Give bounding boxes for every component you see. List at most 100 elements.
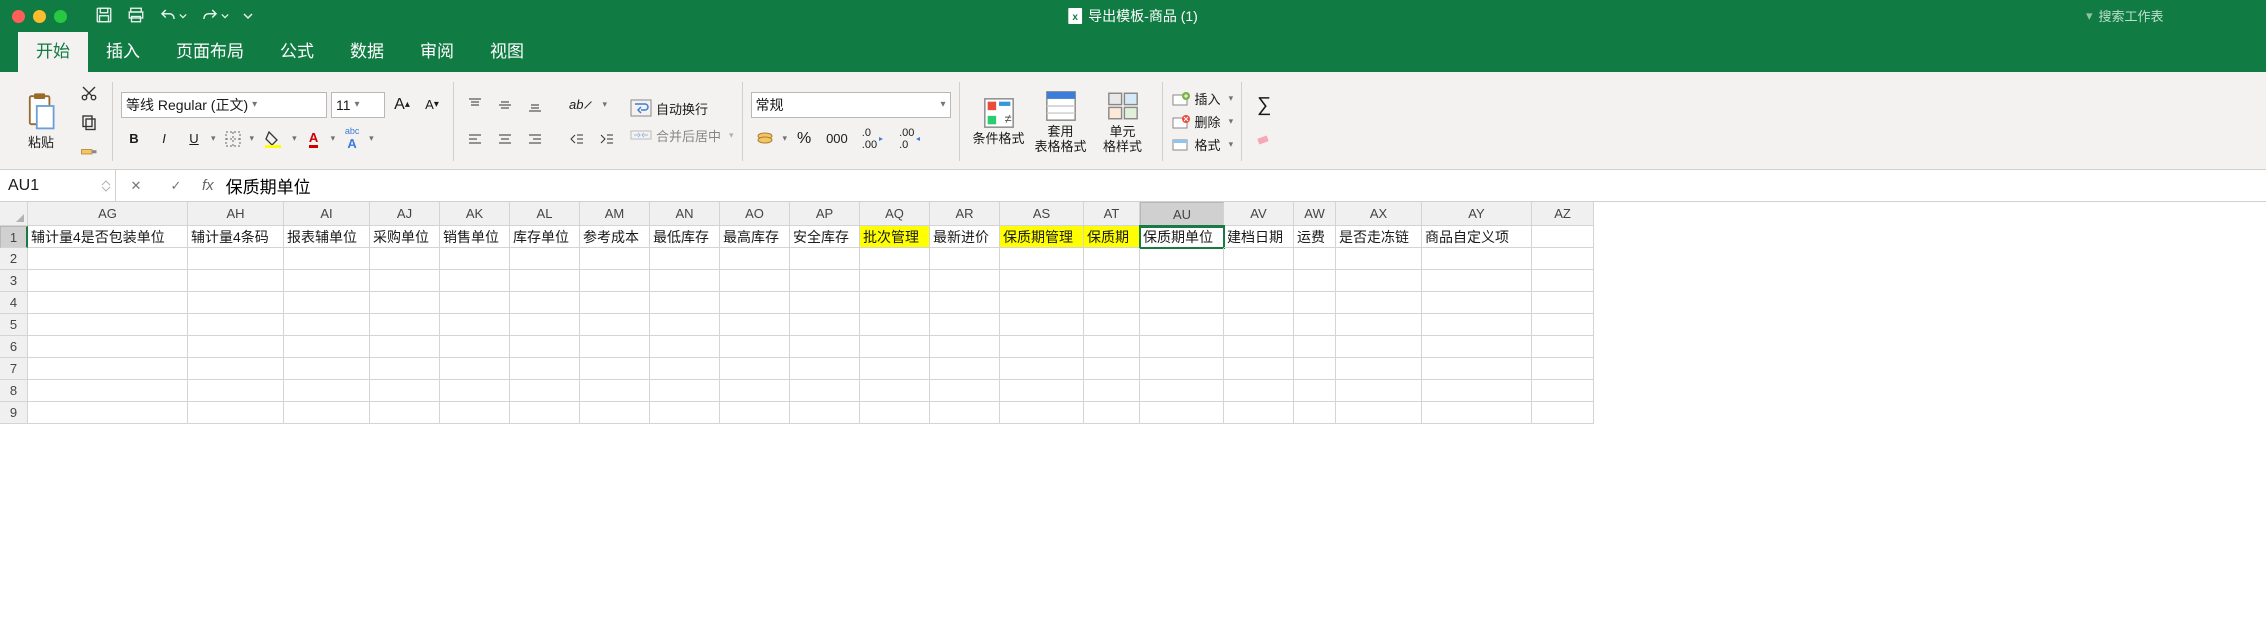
cell-AV6[interactable] — [1224, 336, 1294, 358]
copy-button[interactable] — [74, 109, 104, 135]
cell-AJ8[interactable] — [370, 380, 440, 402]
column-header-AO[interactable]: AO — [720, 202, 790, 226]
cell-AG2[interactable] — [28, 248, 188, 270]
row-header-3[interactable]: 3 — [0, 270, 28, 292]
fx-label[interactable]: fx — [196, 177, 220, 194]
cell-AW2[interactable] — [1294, 248, 1336, 270]
zoom-window-icon[interactable] — [54, 10, 67, 23]
cell-AU8[interactable] — [1140, 380, 1224, 402]
cell-AX7[interactable] — [1336, 358, 1422, 380]
qat-customize-icon[interactable] — [243, 9, 253, 24]
cell-AG9[interactable] — [28, 402, 188, 424]
cell-AU5[interactable] — [1140, 314, 1224, 336]
cell-AN9[interactable] — [650, 402, 720, 424]
cell-AZ5[interactable] — [1532, 314, 1594, 336]
cell-AR8[interactable] — [930, 380, 1000, 402]
cell-AJ3[interactable] — [370, 270, 440, 292]
select-all-button[interactable] — [0, 202, 28, 226]
row-header-9[interactable]: 9 — [0, 402, 28, 424]
cell-AK9[interactable] — [440, 402, 510, 424]
cell-AU2[interactable] — [1140, 248, 1224, 270]
cell-AX1[interactable]: 是否走冻链 — [1336, 226, 1422, 248]
cell-AQ7[interactable] — [860, 358, 930, 380]
cell-AT7[interactable] — [1084, 358, 1140, 380]
align-middle-button[interactable] — [492, 92, 518, 118]
cell-AM2[interactable] — [580, 248, 650, 270]
cell-AZ2[interactable] — [1532, 248, 1594, 270]
row-header-5[interactable]: 5 — [0, 314, 28, 336]
column-header-AX[interactable]: AX — [1336, 202, 1422, 226]
column-header-AS[interactable]: AS — [1000, 202, 1084, 226]
cell-AV8[interactable] — [1224, 380, 1294, 402]
cell-AN5[interactable] — [650, 314, 720, 336]
save-icon[interactable] — [95, 6, 113, 27]
cell-AY3[interactable] — [1422, 270, 1532, 292]
column-header-AL[interactable]: AL — [510, 202, 580, 226]
cell-AG3[interactable] — [28, 270, 188, 292]
column-header-AH[interactable]: AH — [188, 202, 284, 226]
cut-button[interactable] — [74, 80, 104, 106]
name-box-spinner[interactable] — [101, 179, 111, 193]
cell-AT3[interactable] — [1084, 270, 1140, 292]
paste-button[interactable]: 粘贴 — [10, 78, 72, 165]
cell-AK8[interactable] — [440, 380, 510, 402]
cell-AP4[interactable] — [790, 292, 860, 314]
tab-review[interactable]: 审阅 — [402, 29, 472, 72]
cell-AN4[interactable] — [650, 292, 720, 314]
cell-AU1[interactable]: 保质期单位 — [1140, 226, 1224, 248]
cell-AW4[interactable] — [1294, 292, 1336, 314]
cell-AT5[interactable] — [1084, 314, 1140, 336]
conditional-format-button[interactable]: ≠ 条件格式 — [968, 78, 1030, 165]
cell-AW3[interactable] — [1294, 270, 1336, 292]
column-header-AY[interactable]: AY — [1422, 202, 1532, 226]
cell-AO2[interactable] — [720, 248, 790, 270]
cell-AH8[interactable] — [188, 380, 284, 402]
cell-AL2[interactable] — [510, 248, 580, 270]
cell-AR6[interactable] — [930, 336, 1000, 358]
cell-AU3[interactable] — [1140, 270, 1224, 292]
cell-AG1[interactable]: 辅计量4是否包装单位 — [28, 226, 188, 248]
cell-AO4[interactable] — [720, 292, 790, 314]
cell-AZ3[interactable] — [1532, 270, 1594, 292]
cell-AI3[interactable] — [284, 270, 370, 292]
search-input[interactable] — [2097, 8, 2266, 25]
cell-AW7[interactable] — [1294, 358, 1336, 380]
cell-AQ2[interactable] — [860, 248, 930, 270]
cell-AL9[interactable] — [510, 402, 580, 424]
enter-formula-button[interactable]: ✓ — [156, 170, 196, 201]
tab-insert[interactable]: 插入 — [88, 29, 158, 72]
cell-AK5[interactable] — [440, 314, 510, 336]
search-box[interactable]: ▾ — [2082, 8, 2252, 25]
cell-AG4[interactable] — [28, 292, 188, 314]
autosum-button[interactable]: ∑ — [1250, 93, 1278, 119]
cell-AS2[interactable] — [1000, 248, 1084, 270]
cell-AV4[interactable] — [1224, 292, 1294, 314]
cell-AJ5[interactable] — [370, 314, 440, 336]
cell-AK7[interactable] — [440, 358, 510, 380]
increase-indent-button[interactable] — [594, 126, 620, 152]
cell-AT6[interactable] — [1084, 336, 1140, 358]
font-size-select[interactable]: 11▾ — [331, 92, 385, 118]
cell-AO6[interactable] — [720, 336, 790, 358]
cell-AQ4[interactable] — [860, 292, 930, 314]
row-header-1[interactable]: 1 — [0, 226, 28, 248]
decrease-indent-button[interactable] — [564, 126, 590, 152]
insert-cells-button[interactable]: 插入▾ — [1171, 89, 1234, 108]
cell-AG6[interactable] — [28, 336, 188, 358]
cell-AQ3[interactable] — [860, 270, 930, 292]
cell-AM5[interactable] — [580, 314, 650, 336]
cell-AI5[interactable] — [284, 314, 370, 336]
cell-AV3[interactable] — [1224, 270, 1294, 292]
cell-AY8[interactable] — [1422, 380, 1532, 402]
column-header-AV[interactable]: AV — [1224, 202, 1294, 226]
cell-AI7[interactable] — [284, 358, 370, 380]
cell-AS5[interactable] — [1000, 314, 1084, 336]
cell-AN7[interactable] — [650, 358, 720, 380]
currency-button[interactable] — [751, 126, 779, 152]
cell-AO5[interactable] — [720, 314, 790, 336]
cell-AL1[interactable]: 库存单位 — [510, 226, 580, 248]
column-header-AM[interactable]: AM — [580, 202, 650, 226]
column-header-AK[interactable]: AK — [440, 202, 510, 226]
cell-AY1[interactable]: 商品自定义项 — [1422, 226, 1532, 248]
cell-AV2[interactable] — [1224, 248, 1294, 270]
